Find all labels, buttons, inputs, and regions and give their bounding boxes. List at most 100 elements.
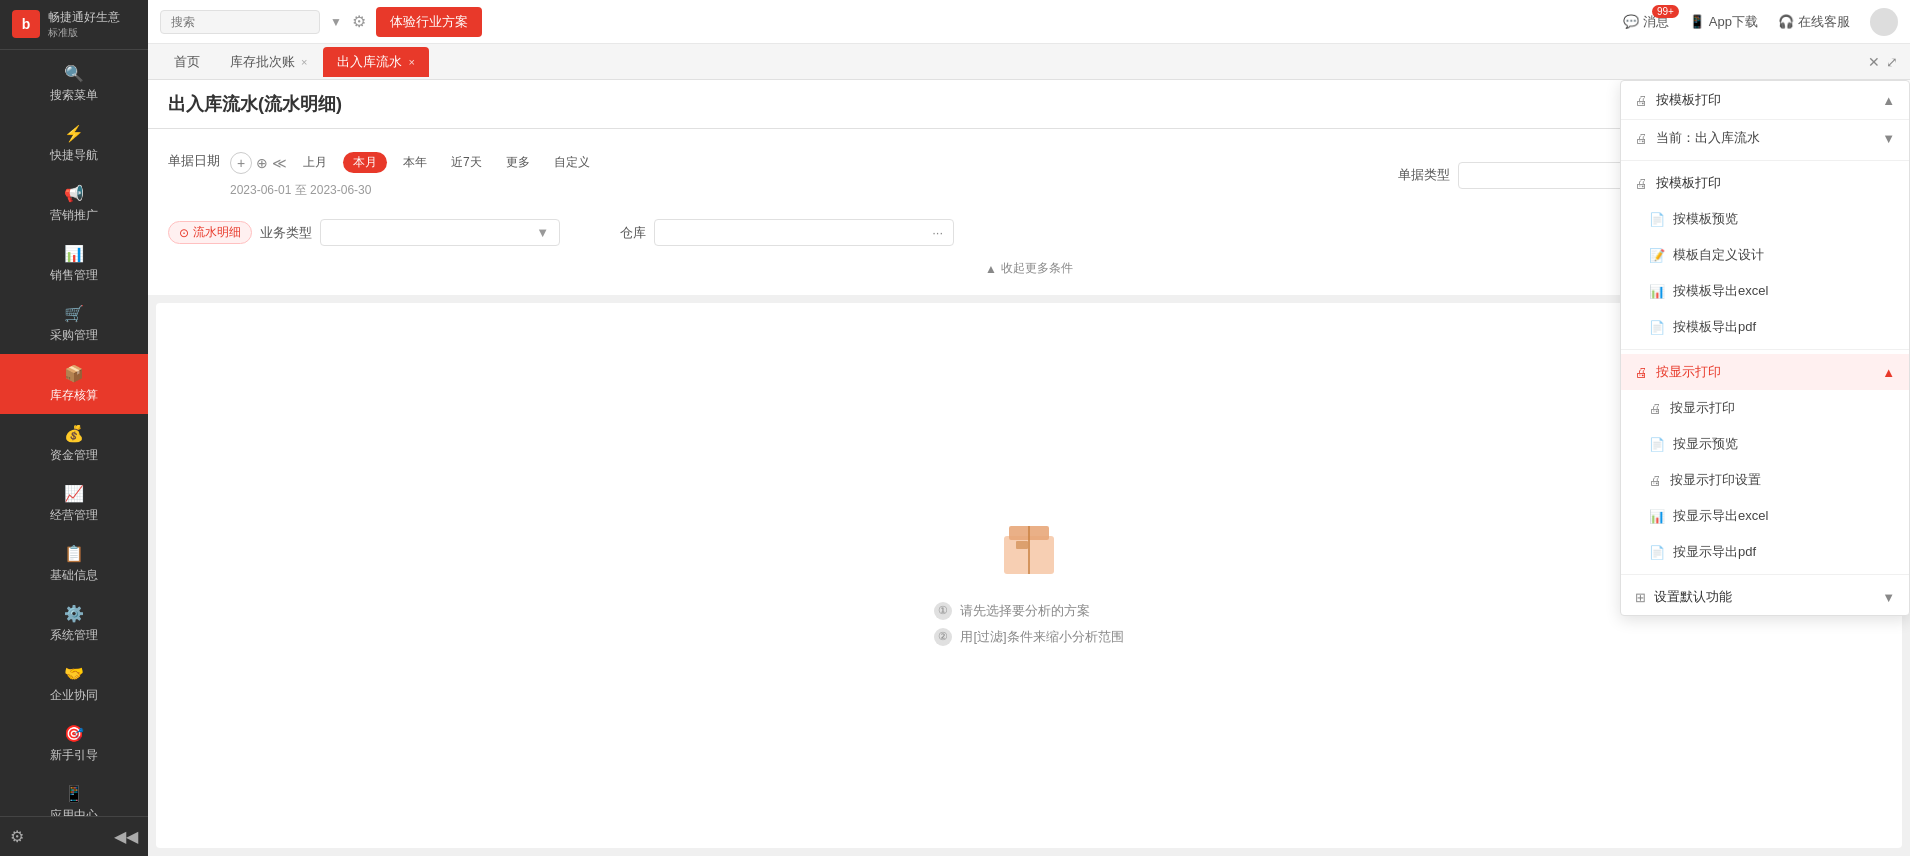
filter-tag-label: 流水明细 (193, 224, 241, 241)
step-num-1: ① (934, 602, 952, 620)
message-badge: 99+ (1652, 5, 1679, 18)
sidebar-label-quick-nav: 快捷导航 (50, 147, 98, 164)
dropdown-panel: 🖨 按模板打印 ▲ 🖨 当前：出入库流水 ▼ 🖨 按模板打印 📄 按模板 (1620, 80, 1910, 616)
wh-more-icon[interactable]: ··· (932, 225, 943, 240)
sidebar-icon-sales: 📊 (64, 244, 84, 263)
collapse-btn[interactable]: ▲ 收起更多条件 (985, 254, 1073, 283)
sidebar-item-marketing[interactable]: 📢 营销推广 (0, 174, 148, 234)
wh-filter-label: 仓库 (620, 224, 646, 242)
app-logo-icon: b (12, 10, 40, 38)
dp-tpdf-icon: 📄 (1649, 320, 1665, 335)
app-name: 畅捷通好生意 (48, 10, 120, 26)
user-avatar[interactable] (1870, 8, 1898, 36)
dp-display-print-item[interactable]: 🖨 按显示打印 (1621, 390, 1909, 426)
date-opt-last-month[interactable]: 上月 (295, 152, 335, 173)
dp-tcust-label: 模板自定义设计 (1673, 246, 1764, 264)
dp-divider-3 (1621, 574, 1909, 575)
tab-home[interactable]: 首页 (160, 47, 214, 77)
filter-setting-icon[interactable]: ⊕ (256, 155, 268, 171)
dp-tp-icon: 🖨 (1635, 176, 1648, 191)
date-opt-custom[interactable]: 自定义 (546, 152, 598, 173)
sidebar-label-newbie: 新手引导 (50, 747, 98, 764)
sidebar-item-finance[interactable]: 💰 资金管理 (0, 414, 148, 474)
dp-dppdf-icon: 📄 (1649, 545, 1665, 560)
tab-batch[interactable]: 库存批次账 × (216, 47, 321, 77)
sidebar-item-quick-nav[interactable]: ⚡ 快捷导航 (0, 114, 148, 174)
add-filter-btn[interactable]: + (230, 152, 252, 174)
filter-collapse-icon[interactable]: ≪ (272, 155, 287, 171)
page-title: 出入库流水(流水明细) (168, 92, 342, 116)
sidebar-icon-newbie: 🎯 (64, 724, 84, 743)
settings-icon[interactable]: ⚙ (10, 827, 24, 846)
filter-tag-flow[interactable]: ⊙ 流水明细 (168, 221, 252, 244)
main-area: ▼ ⚙ 体验行业方案 💬 消息 99+ 📱 App下载 🎧 在线客服 首页 (148, 0, 1910, 856)
sidebar-label-inventory: 库存核算 (50, 387, 98, 404)
biz-filter-label: 业务类型 (260, 224, 312, 242)
tab-flow-close[interactable]: × (408, 56, 414, 68)
dp-sd-label: 设置默认功能 (1654, 588, 1732, 606)
dp-display-print-setup[interactable]: 🖨 按显示打印设置 (1621, 462, 1909, 498)
tab-flow-label: 出入库流水 (337, 53, 402, 71)
sidebar-item-sales[interactable]: 📊 销售管理 (0, 234, 148, 294)
sidebar-icon-operation: 📈 (64, 484, 84, 503)
dp-tpdf-label: 按模板导出pdf (1673, 318, 1756, 336)
dp-current-inner: 🖨 当前：出入库流水 (1635, 129, 1760, 147)
biz-filter-select[interactable]: ▼ (320, 219, 560, 246)
sidebar-item-search[interactable]: 🔍 搜索菜单 (0, 54, 148, 114)
date-opt-7days[interactable]: 近7天 (443, 152, 490, 173)
sidebar-icon-basic: 📋 (64, 544, 84, 563)
expand-window-icon[interactable]: ⤢ (1886, 54, 1898, 70)
dp-current-row[interactable]: 🖨 当前：出入库流水 ▼ (1621, 120, 1909, 156)
sidebar-item-operation[interactable]: 📈 经营管理 (0, 474, 148, 534)
topbar-gear-icon[interactable]: ⚙ (352, 12, 366, 31)
sidebar-item-basic[interactable]: 📋 基础信息 (0, 534, 148, 594)
dp-expand-btn[interactable]: ▲ (1882, 93, 1895, 108)
empty-step-1: ① 请先选择要分析的方案 (934, 602, 1123, 620)
dp-template-excel[interactable]: 📊 按模板导出excel (1621, 273, 1909, 309)
date-opt-more[interactable]: 更多 (498, 152, 538, 173)
dp-template-print-header[interactable]: 🖨 按模板打印 (1621, 165, 1909, 201)
tab-flow[interactable]: 出入库流水 × (323, 47, 428, 77)
dp-current-arrow: ▼ (1882, 131, 1895, 146)
dp-template-preview[interactable]: 📄 按模板预览 (1621, 201, 1909, 237)
dp-display-pdf[interactable]: 📄 按显示导出pdf (1621, 534, 1909, 570)
dp-tp-label: 按模板打印 (1656, 174, 1721, 192)
sidebar-item-inventory[interactable]: 📦 库存核算 (0, 354, 148, 414)
sidebar-item-purchase[interactable]: 🛒 采购管理 (0, 294, 148, 354)
topbar-app-download[interactable]: 📱 App下载 (1689, 13, 1758, 31)
sidebar-item-app-center[interactable]: 📱 应用中心 (0, 774, 148, 816)
dp-display-excel[interactable]: 📊 按显示导出excel (1621, 498, 1909, 534)
sidebar-item-newbie[interactable]: 🎯 新手引导 (0, 714, 148, 774)
topbar-chevron-icon[interactable]: ▼ (330, 15, 342, 29)
dp-dpsetup-icon: 🖨 (1649, 473, 1662, 488)
wh-filter-select[interactable]: ··· (654, 219, 954, 246)
dp-template-pdf[interactable]: 📄 按模板导出pdf (1621, 309, 1909, 345)
tab-batch-close[interactable]: × (301, 56, 307, 68)
dp-display-preview[interactable]: 📄 按显示预览 (1621, 426, 1909, 462)
fold-icon[interactable]: ◀◀ (114, 827, 138, 846)
date-range-display: 2023-06-01 至 2023-06-30 (230, 182, 598, 199)
sidebar-icon-quick-nav: ⚡ (64, 124, 84, 143)
dp-display-print-header[interactable]: 🖨 按显示打印 ▲ (1621, 354, 1909, 390)
topbar-message[interactable]: 💬 消息 99+ (1623, 13, 1669, 31)
industry-btn[interactable]: 体验行业方案 (376, 7, 482, 37)
dp-tprev-label: 按模板预览 (1673, 210, 1738, 228)
date-opt-this-year[interactable]: 本年 (395, 152, 435, 173)
dp-template-custom[interactable]: 📝 模板自定义设计 (1621, 237, 1909, 273)
sidebar-label-operation: 经营管理 (50, 507, 98, 524)
dp-set-default[interactable]: ⊞ 设置默认功能 ▼ (1621, 579, 1909, 615)
empty-illustration (989, 506, 1069, 586)
biz-select-arrow: ▼ (536, 225, 549, 240)
topbar-search-input[interactable] (160, 10, 320, 34)
date-opt-this-month[interactable]: 本月 (343, 152, 387, 173)
service-icon: 🎧 (1778, 14, 1794, 29)
topbar-service[interactable]: 🎧 在线客服 (1778, 13, 1850, 31)
sidebar-item-cooperate[interactable]: 🤝 企业协同 (0, 654, 148, 714)
filter-add-group: + ⊕ ≪ (230, 152, 287, 174)
close-window-icon[interactable]: ✕ (1868, 54, 1880, 70)
sidebar-item-system[interactable]: ⚙️ 系统管理 (0, 594, 148, 654)
svg-rect-3 (1016, 541, 1028, 549)
sidebar-label-system: 系统管理 (50, 627, 98, 644)
app-label: App下载 (1709, 13, 1758, 31)
dp-dprev-label: 按显示预览 (1673, 435, 1738, 453)
